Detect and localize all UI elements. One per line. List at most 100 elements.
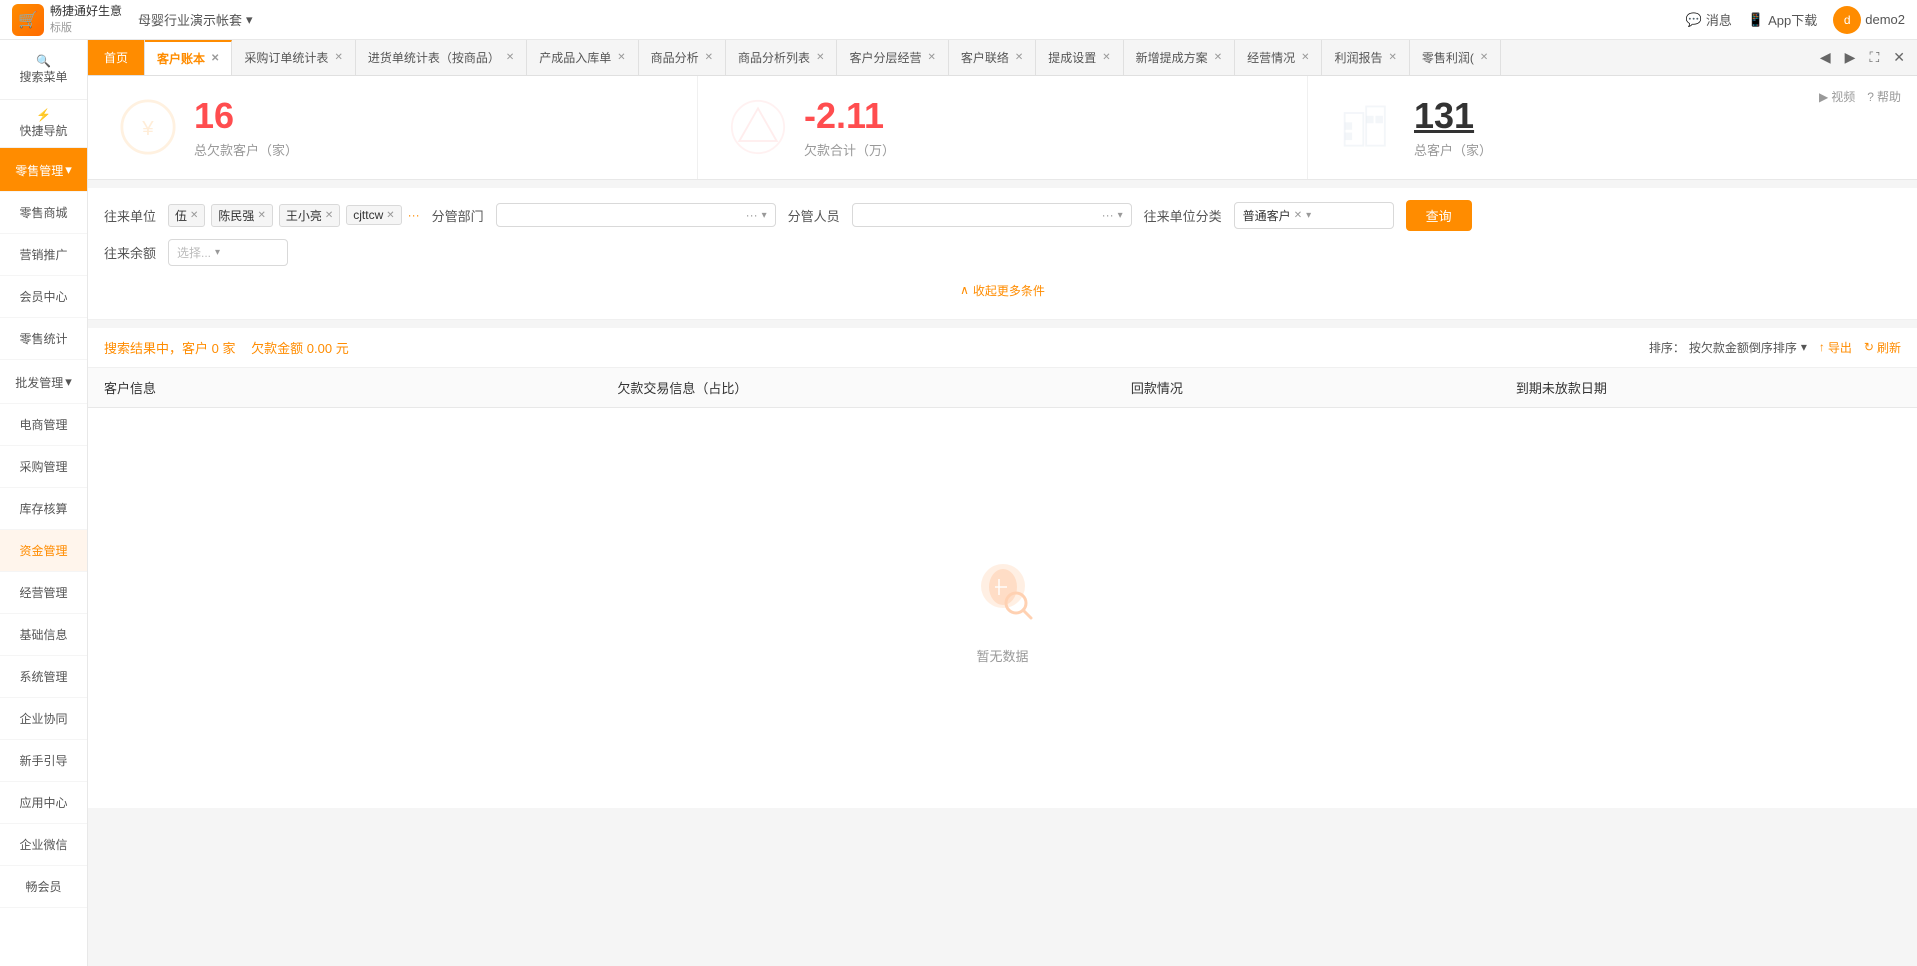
tab-new-promotion-plan[interactable]: 新增提成方案 ✕ — [1124, 40, 1235, 75]
amount-filter-select[interactable]: 选择... ▾ — [168, 239, 288, 266]
top-bar-left: 🛒 畅捷通好生意 标版 母婴行业演示帐套 ▾ — [12, 4, 261, 36]
top-bar-right: 💬 消息 📱 App下载 d demo2 — [1686, 6, 1905, 34]
person-select-dots[interactable]: ··· — [1102, 208, 1114, 222]
sidebar-item-retail-stats[interactable]: 零售统计 — [0, 318, 87, 360]
tag-close-chen[interactable]: ✕ — [257, 210, 265, 221]
unit-type-tag-close[interactable]: ✕ — [1294, 210, 1302, 221]
sidebar-item-ops-mgmt[interactable]: 经营管理 — [0, 572, 87, 614]
tab-close-profit-report[interactable]: ✕ — [1389, 52, 1397, 63]
tab-expand-button[interactable]: ⛶ — [1863, 45, 1885, 70]
person-filter-select[interactable]: ··· ▾ — [852, 203, 1132, 227]
tab-close-retail-profit[interactable]: ✕ — [1480, 52, 1488, 63]
customers-value: 16 — [194, 96, 667, 136]
tag-close-wang[interactable]: ✕ — [325, 210, 333, 221]
tab-profit-report[interactable]: 利润报告 ✕ — [1322, 40, 1409, 75]
message-button[interactable]: 💬 消息 — [1686, 10, 1732, 29]
table-col-transaction-info: 欠款交易信息（占比） — [617, 378, 1130, 397]
tab-purchase-order-stats[interactable]: 采购订单统计表 ✕ — [232, 40, 355, 75]
customers-label: 总欠款客户（家） — [194, 140, 667, 159]
sidebar-item-enterprise-collab[interactable]: 企业协同 — [0, 698, 87, 740]
chevron-icon-batch: ▾ — [65, 374, 72, 390]
sidebar-item-marketing[interactable]: 营销推广 — [0, 234, 87, 276]
unit-type-filter-select[interactable]: 普通客户 ✕ ▾ — [1234, 202, 1394, 229]
collapse-button[interactable]: ∧ 收起更多条件 — [104, 278, 1901, 303]
summary-info-amount: -2.11 欠款合计（万） — [804, 96, 1277, 159]
tab-close-product-analysis[interactable]: ✕ — [705, 52, 713, 63]
tab-purchase-stats-by-product[interactable]: 进货单统计表（按商品） ✕ — [356, 40, 527, 75]
sidebar-item-capital-mgmt[interactable]: 资金管理 — [0, 530, 87, 572]
table-col-overdue-date: 到期未放款日期 — [1516, 378, 1901, 397]
summary-actions: ▶ 视频 ? 帮助 — [1819, 88, 1901, 105]
tab-bar-actions: ◀ ▶ ⛶ ✕ — [1808, 45, 1917, 70]
sidebar-item-retail-mall[interactable]: 零售商城 — [0, 192, 87, 234]
dept-filter-select[interactable]: ··· ▾ — [496, 203, 776, 227]
tag-close-cjttcw[interactable]: ✕ — [386, 210, 394, 221]
sort-selector[interactable]: 排序： 按欠款金额倒序排序 ▾ — [1649, 339, 1807, 356]
sidebar-item-basic-info[interactable]: 基础信息 — [0, 614, 87, 656]
tab-product-analysis[interactable]: 商品分析 ✕ — [639, 40, 726, 75]
unit-type-chevron-icon: ▾ — [1306, 210, 1311, 221]
tab-close-customer-tier-ops[interactable]: ✕ — [927, 52, 935, 63]
tab-scroll-right-button[interactable]: ▶ — [1839, 45, 1862, 70]
refresh-icon: ↻ — [1864, 340, 1874, 354]
help-link[interactable]: ? 帮助 — [1867, 88, 1901, 105]
person-filter-label: 分管人员 — [788, 206, 840, 225]
tab-close-product-inbound[interactable]: ✕ — [617, 52, 625, 63]
tab-close-purchase-order-stats[interactable]: ✕ — [334, 52, 342, 63]
dept-select-dots[interactable]: ··· — [746, 208, 758, 222]
refresh-button[interactable]: ↻ 刷新 — [1864, 339, 1901, 356]
video-link[interactable]: ▶ 视频 — [1819, 88, 1855, 105]
sidebar-item-app-center[interactable]: 应用中心 — [0, 782, 87, 824]
sidebar-item-batch-mgmt[interactable]: 批发管理 ▾ — [0, 360, 87, 404]
app-download-button[interactable]: 📱 App下载 — [1748, 10, 1817, 29]
tab-customer-contact[interactable]: 客户联络 ✕ — [949, 40, 1036, 75]
sidebar-item-enterprise-wechat[interactable]: 企业微信 — [0, 824, 87, 866]
sidebar-item-retail-mgmt[interactable]: 零售管理 ▾ — [0, 148, 87, 192]
sidebar-item-ecommerce[interactable]: 电商管理 — [0, 404, 87, 446]
table-col-repayment: 回款情况 — [1131, 378, 1516, 397]
tab-close-customer-contact[interactable]: ✕ — [1015, 52, 1023, 63]
tab-close-product-analysis-list[interactable]: ✕ — [816, 52, 824, 63]
tab-customer-tier-ops[interactable]: 客户分层经营 ✕ — [837, 40, 948, 75]
filter-tags-more[interactable]: ··· — [408, 208, 420, 222]
query-button[interactable]: 查询 — [1406, 200, 1472, 231]
tab-promotion-settings[interactable]: 提成设置 ✕ — [1036, 40, 1123, 75]
sidebar-item-system-mgmt[interactable]: 系统管理 — [0, 656, 87, 698]
tab-scroll-left-button[interactable]: ◀ — [1814, 45, 1837, 70]
export-icon: ↑ — [1819, 340, 1825, 354]
sidebar-item-purchase[interactable]: 采购管理 — [0, 446, 87, 488]
tab-customer-capital[interactable]: 客户账本 ✕ — [145, 40, 232, 75]
tab-bar: 首页 客户账本 ✕ 采购订单统计表 ✕ 进货单统计表（按商品） ✕ 产成品入库单… — [88, 40, 1917, 76]
tab-close-ops-status[interactable]: ✕ — [1301, 52, 1309, 63]
sidebar-item-new-guide[interactable]: 新手引导 — [0, 740, 87, 782]
amount-select-placeholder: 选择... — [177, 244, 211, 261]
summary-row: ¥ 16 总欠款客户（家） — [88, 76, 1917, 180]
quick-nav-button[interactable]: ⚡ 快捷导航 — [0, 100, 87, 148]
amount-label: 欠款合计（万） — [804, 140, 1277, 159]
user-menu[interactable]: d demo2 — [1833, 6, 1905, 34]
tab-close-all-button[interactable]: ✕ — [1887, 45, 1911, 70]
store-selector[interactable]: 母婴行业演示帐套 ▾ — [130, 6, 261, 33]
tab-retail-profit[interactable]: 零售利润( ✕ — [1410, 40, 1501, 75]
sidebar-item-vip-member[interactable]: 畅会员 — [0, 866, 87, 908]
search-menu-button[interactable]: 🔍 搜索菜单 — [8, 50, 79, 89]
svg-text:¥: ¥ — [141, 118, 154, 141]
tab-ops-status[interactable]: 经营情况 ✕ — [1235, 40, 1322, 75]
total-customers-value: 131 — [1414, 96, 1887, 136]
customers-icon: ¥ — [118, 97, 178, 157]
sidebar-item-inventory[interactable]: 库存核算 — [0, 488, 87, 530]
table-body: 暂无数据 — [88, 408, 1917, 808]
tab-home[interactable]: 首页 — [88, 40, 145, 75]
tab-close-new-promotion-plan[interactable]: ✕ — [1214, 52, 1222, 63]
tab-close-customer-capital[interactable]: ✕ — [211, 53, 219, 64]
export-button[interactable]: ↑ 导出 — [1819, 339, 1852, 356]
tab-close-promotion-settings[interactable]: ✕ — [1102, 52, 1110, 63]
tag-close-wu[interactable]: ✕ — [190, 210, 198, 221]
top-bar: 🛒 畅捷通好生意 标版 母婴行业演示帐套 ▾ 💬 消息 📱 App下载 d de… — [0, 0, 1917, 40]
tab-product-inbound[interactable]: 产成品入库单 ✕ — [527, 40, 638, 75]
sidebar-item-member-center[interactable]: 会员中心 — [0, 276, 87, 318]
filter-tag-cjttcw: cjttcw ✕ — [346, 205, 401, 225]
tab-close-purchase-stats-by-product[interactable]: ✕ — [506, 52, 514, 63]
tab-product-analysis-list[interactable]: 商品分析列表 ✕ — [726, 40, 837, 75]
amount-filter-label: 往来余额 — [104, 243, 156, 262]
